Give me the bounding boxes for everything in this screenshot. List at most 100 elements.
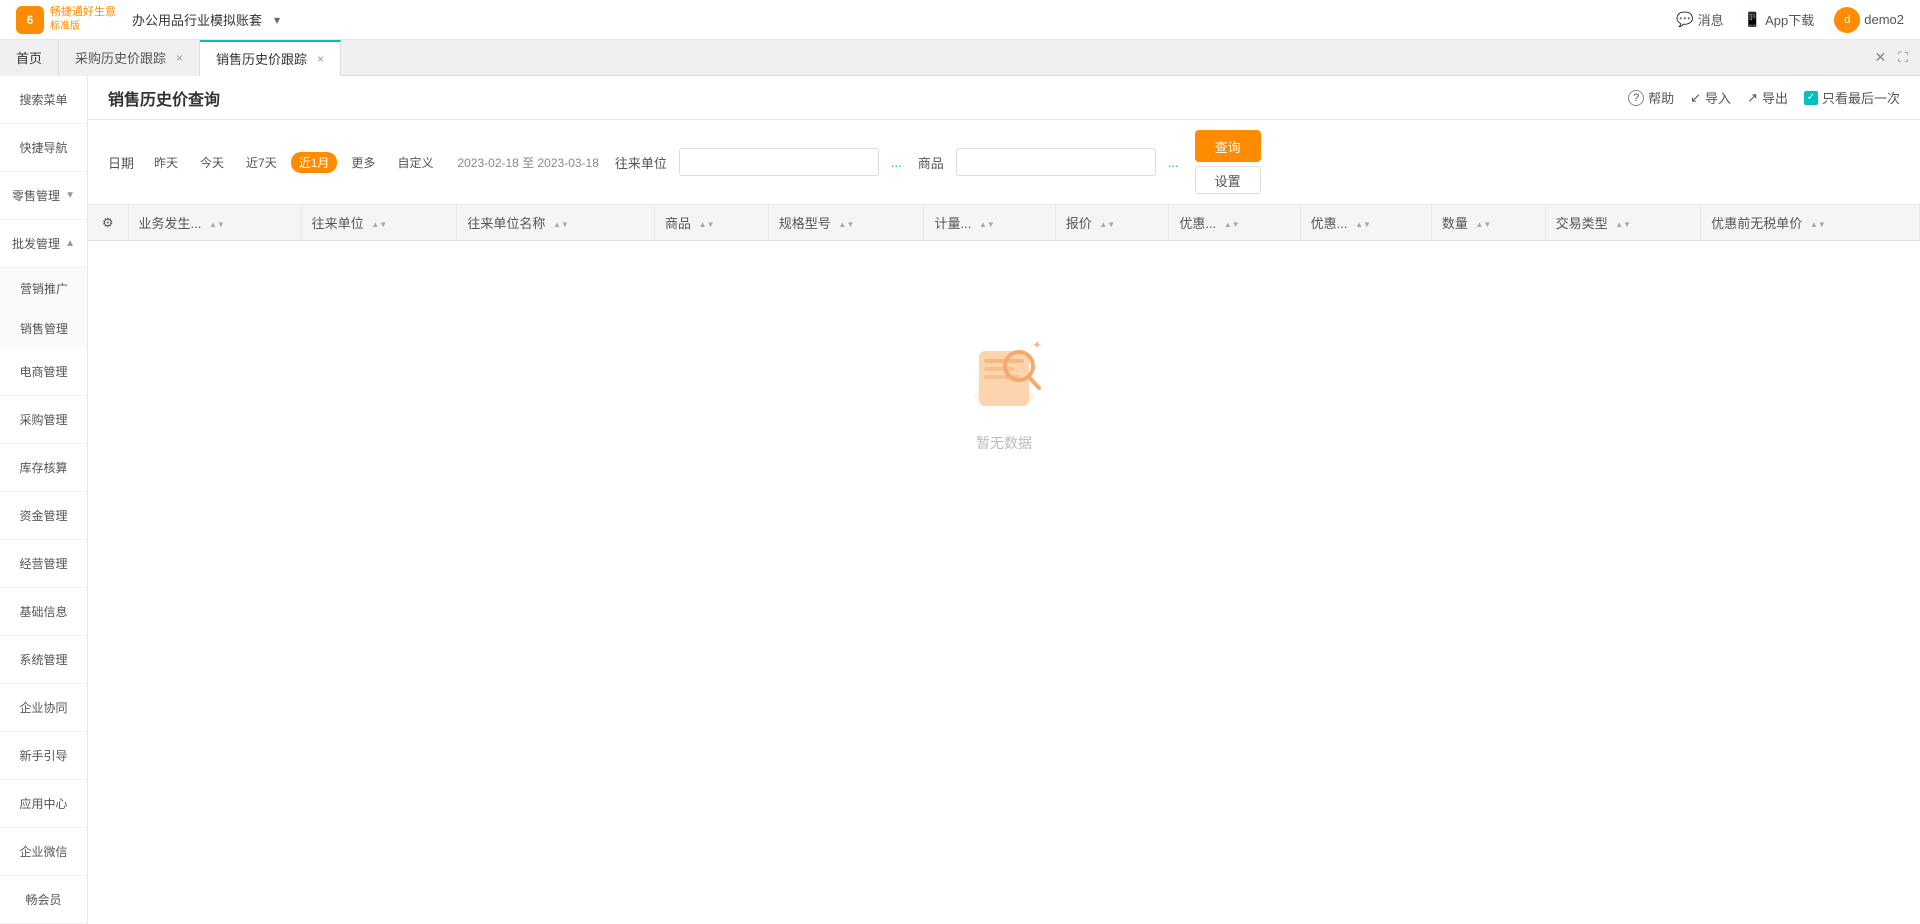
empty-illustration: ✦ bbox=[954, 321, 1054, 421]
page-header: 销售历史价查询 ? 帮助 ↙ 导入 ↗ 导出 ✓ 只看最后一次 bbox=[88, 76, 1920, 120]
tab-bar: 首页 采购历史价跟踪 × 销售历史价跟踪 × ✕ ⛶ bbox=[0, 40, 1920, 76]
sidebar-item-basic-info[interactable]: 基础信息 bbox=[0, 588, 87, 636]
sidebar-item-app-center[interactable]: 应用中心 bbox=[0, 780, 87, 828]
sidebar-purchase-mgmt-label: 采购管理 bbox=[19, 411, 67, 428]
query-button[interactable]: 查询 bbox=[1195, 130, 1261, 162]
help-icon: ? bbox=[1628, 90, 1644, 106]
filter-row-partner: 往来单位 ... bbox=[615, 148, 902, 176]
gear-icon[interactable]: ⚙ bbox=[102, 215, 114, 230]
sidebar-item-new-guide[interactable]: 新手引导 bbox=[0, 732, 87, 780]
logo-text: 畅捷通好生意标准版 bbox=[50, 6, 116, 32]
window-controls: ✕ ⛶ bbox=[1874, 49, 1920, 66]
date-btn-yesterday[interactable]: 昨天 bbox=[146, 152, 186, 173]
th-biz-date[interactable]: 业务发生... ▲▼ bbox=[128, 205, 301, 241]
header-title: 办公用品行业模拟账套 bbox=[132, 10, 262, 29]
sidebar-item-member[interactable]: 畅会员 bbox=[0, 876, 87, 924]
export-icon: ↗ bbox=[1747, 90, 1758, 106]
header-dropdown-icon[interactable]: ▾ bbox=[274, 13, 280, 27]
page-actions: ? 帮助 ↙ 导入 ↗ 导出 ✓ 只看最后一次 bbox=[1628, 88, 1900, 107]
date-btn-more[interactable]: 更多 bbox=[343, 152, 383, 173]
sort-arrows-discount2: ▲▼ bbox=[1355, 221, 1371, 229]
app-download-button[interactable]: 📱 App下载 bbox=[1744, 10, 1815, 29]
partner-dots[interactable]: ... bbox=[891, 155, 902, 170]
date-btn-last7[interactable]: 近7天 bbox=[238, 152, 285, 173]
th-trade-type[interactable]: 交易类型 ▲▼ bbox=[1545, 205, 1701, 241]
sidebar-item-inventory[interactable]: 库存核算 bbox=[0, 444, 87, 492]
sort-arrows-biz-date: ▲▼ bbox=[209, 221, 225, 229]
th-discount1[interactable]: 优惠... ▲▼ bbox=[1169, 205, 1300, 241]
help-label: 帮助 bbox=[1648, 88, 1674, 107]
sidebar-search-menu-label: 搜索菜单 bbox=[19, 91, 67, 108]
sidebar-enterprise-collab-label: 企业协同 bbox=[19, 699, 67, 716]
tab-sales-history-label: 销售历史价跟踪 bbox=[216, 49, 307, 68]
import-button[interactable]: ↙ 导入 bbox=[1690, 88, 1731, 107]
sidebar-item-retail-mgmt[interactable]: 零售管理 ▼ bbox=[0, 172, 87, 220]
sidebar-member-label: 畅会员 bbox=[25, 891, 61, 908]
th-goods[interactable]: 商品 ▲▼ bbox=[655, 205, 769, 241]
sort-arrows-partner-name: ▲▼ bbox=[553, 221, 569, 229]
sidebar-inventory-label: 库存核算 bbox=[19, 459, 67, 476]
sidebar-item-enterprise-collab[interactable]: 企业协同 bbox=[0, 684, 87, 732]
window-maximize-btn[interactable]: ⛶ bbox=[1898, 49, 1908, 66]
only-last-checkbox-group[interactable]: ✓ 只看最后一次 bbox=[1804, 88, 1900, 107]
help-button[interactable]: ? 帮助 bbox=[1628, 88, 1674, 107]
tab-purchase-history-close[interactable]: × bbox=[176, 51, 183, 65]
th-unit[interactable]: 计量... ▲▼ bbox=[924, 205, 1055, 241]
tab-purchase-history[interactable]: 采购历史价跟踪 × bbox=[59, 40, 200, 76]
app-download-label: App下载 bbox=[1765, 10, 1814, 29]
sort-arrows-partner-code: ▲▼ bbox=[371, 221, 387, 229]
sidebar-item-wholesale-mgmt[interactable]: 批发管理 ▲ bbox=[0, 220, 87, 268]
message-label: 消息 bbox=[1698, 10, 1724, 29]
sidebar-item-ecommerce-mgmt[interactable]: 电商管理 bbox=[0, 348, 87, 396]
window-close-btn[interactable]: ✕ bbox=[1874, 49, 1886, 66]
sidebar-item-enterprise-wechat[interactable]: 企业微信 bbox=[0, 828, 87, 876]
th-quote[interactable]: 报价 ▲▼ bbox=[1055, 205, 1169, 241]
sidebar-item-sales-mgmt[interactable]: 销售管理 bbox=[0, 308, 87, 348]
goods-input[interactable] bbox=[956, 148, 1156, 176]
sidebar-item-purchase-mgmt[interactable]: 采购管理 bbox=[0, 396, 87, 444]
tab-home[interactable]: 首页 bbox=[0, 40, 59, 76]
main-layout: 搜索菜单 快捷导航 零售管理 ▼ 批发管理 ▲ 营销推广 销售管理 电商管理 采… bbox=[0, 76, 1920, 924]
sidebar-ecommerce-mgmt-label: 电商管理 bbox=[19, 363, 67, 380]
empty-state: ✦ 暂无数据 bbox=[88, 241, 1920, 533]
empty-text: 暂无数据 bbox=[976, 433, 1032, 453]
date-options: 昨天 今天 近7天 近1月 更多 自定义 bbox=[146, 152, 441, 173]
tab-sales-history-close[interactable]: × bbox=[317, 52, 324, 66]
th-partner-code[interactable]: 往来单位 ▲▼ bbox=[301, 205, 457, 241]
logo-icon: 6 bbox=[16, 6, 44, 34]
tab-home-label: 首页 bbox=[16, 48, 42, 67]
sidebar-item-finance-mgmt[interactable]: 资金管理 bbox=[0, 492, 87, 540]
date-btn-custom[interactable]: 自定义 bbox=[389, 152, 441, 173]
top-header: 6 畅捷通好生意标准版 办公用品行业模拟账套 ▾ 💬 消息 📱 App下载 d … bbox=[0, 0, 1920, 40]
th-gear[interactable]: ⚙ bbox=[88, 205, 128, 241]
sidebar-quick-nav-label: 快捷导航 bbox=[19, 139, 67, 156]
export-button[interactable]: ↗ 导出 bbox=[1747, 88, 1788, 107]
sidebar-retail-mgmt-label: 零售管理 bbox=[12, 187, 60, 204]
th-pre-tax[interactable]: 优惠前无税单价 ▲▼ bbox=[1701, 205, 1920, 241]
th-spec[interactable]: 规格型号 ▲▼ bbox=[768, 205, 924, 241]
th-partner-name[interactable]: 往来单位名称 ▲▼ bbox=[457, 205, 655, 241]
filter-row-goods: 商品 ... bbox=[918, 148, 1179, 176]
tab-sales-history[interactable]: 销售历史价跟踪 × bbox=[200, 40, 341, 76]
settings-button[interactable]: 设置 bbox=[1195, 166, 1261, 194]
sidebar-item-search-menu[interactable]: 搜索菜单 bbox=[0, 76, 87, 124]
sidebar-item-quick-nav[interactable]: 快捷导航 bbox=[0, 124, 87, 172]
message-button[interactable]: 💬 消息 bbox=[1676, 10, 1723, 29]
sidebar-app-center-label: 应用中心 bbox=[19, 795, 67, 812]
table-container: ⚙ 业务发生... ▲▼ 往来单位 ▲▼ 往来单位名称 ▲▼ bbox=[88, 205, 1920, 924]
date-btn-last1m[interactable]: 近1月 bbox=[291, 152, 338, 173]
sidebar-system-mgmt-label: 系统管理 bbox=[19, 651, 67, 668]
sidebar-item-marketing[interactable]: 营销推广 bbox=[0, 268, 87, 308]
only-last-checkbox[interactable]: ✓ bbox=[1804, 91, 1818, 105]
th-qty[interactable]: 数量 ▲▼ bbox=[1431, 205, 1545, 241]
sort-arrows-pre-tax: ▲▼ bbox=[1810, 221, 1826, 229]
partner-input[interactable] bbox=[679, 148, 879, 176]
import-icon: ↙ bbox=[1690, 90, 1701, 106]
sidebar-item-operations-mgmt[interactable]: 经营管理 bbox=[0, 540, 87, 588]
th-discount2[interactable]: 优惠... ▲▼ bbox=[1300, 205, 1431, 241]
goods-dots[interactable]: ... bbox=[1168, 155, 1179, 170]
user-area[interactable]: d demo2 bbox=[1834, 7, 1904, 33]
sidebar-new-guide-label: 新手引导 bbox=[19, 747, 67, 764]
date-btn-today[interactable]: 今天 bbox=[192, 152, 232, 173]
sidebar-item-system-mgmt[interactable]: 系统管理 bbox=[0, 636, 87, 684]
